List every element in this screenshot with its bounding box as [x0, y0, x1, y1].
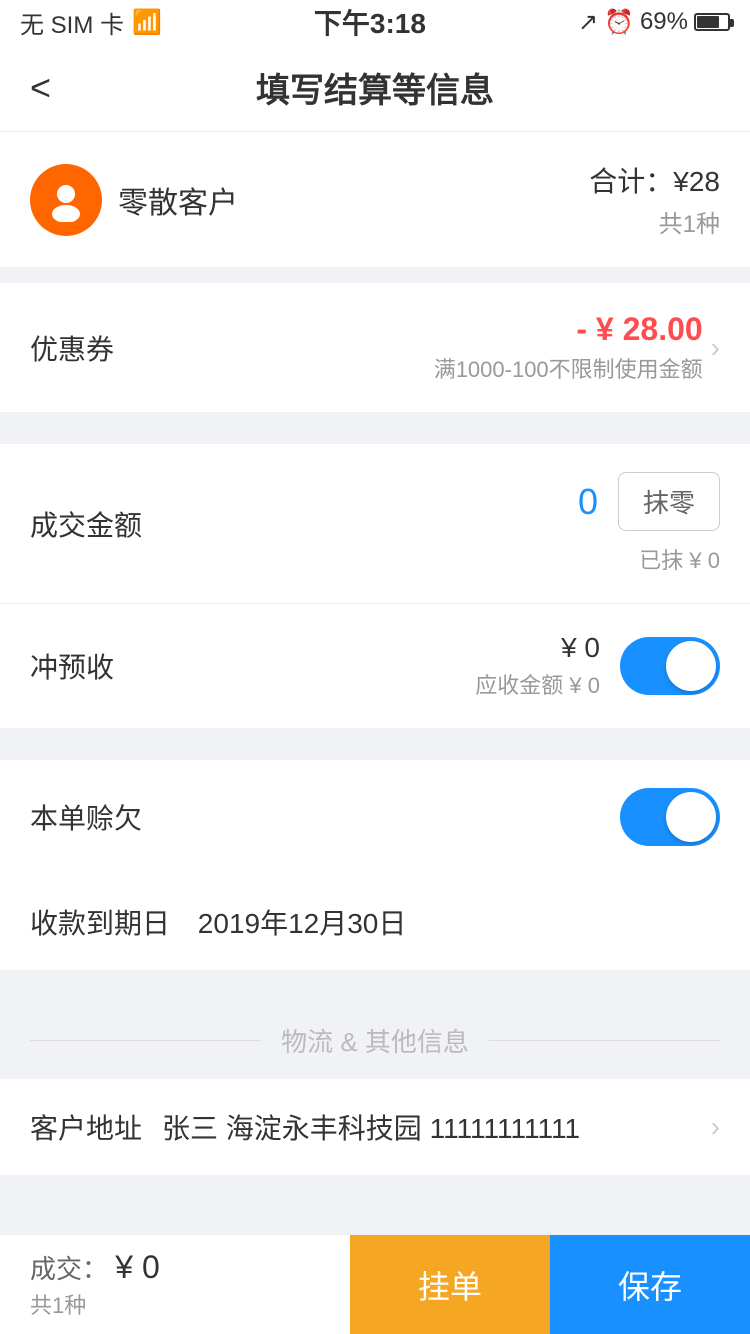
- deal-sub-label: 已抹 ¥ 0: [639, 543, 720, 575]
- customer-summary: 合计：¥28 共1种: [589, 160, 720, 239]
- wifi-icon: 📶: [132, 8, 162, 37]
- due-date-row: 收款到期日 2019年12月30日: [0, 874, 750, 970]
- deal-right: 0 抹零: [578, 472, 720, 531]
- user-icon: [44, 178, 88, 222]
- address-chevron-icon: ›: [711, 1111, 720, 1143]
- location-icon: ↗: [578, 8, 598, 37]
- debt-toggle-knob: [666, 792, 716, 842]
- prepay-sub-value: 应收金额 ¥ 0: [475, 668, 600, 700]
- coupon-row[interactable]: 优惠券 - ¥ 28.00 满1000-100不限制使用金额 ›: [0, 283, 750, 412]
- coupon-label: 优惠券: [30, 328, 114, 368]
- prepay-main-value: ¥ 0: [475, 632, 600, 664]
- section-divider-2: [0, 744, 750, 760]
- customer-left: 零散客户: [30, 164, 238, 236]
- prepay-right: ¥ 0 应收金额 ¥ 0: [475, 632, 720, 700]
- carrier-label: 无 SIM 卡: [20, 5, 124, 40]
- address-section[interactable]: 客户地址 张三 海淀永丰科技园 11111111111 ›: [0, 1079, 750, 1175]
- logistics-divider: 物流 & 其他信息: [0, 1002, 750, 1079]
- back-button[interactable]: <: [30, 67, 51, 109]
- total-count: 共1种: [589, 204, 720, 239]
- logistics-label: 物流 & 其他信息: [281, 1022, 469, 1059]
- deal-amount-label: 成交金额: [30, 504, 142, 544]
- hang-button[interactable]: 挂单: [350, 1235, 550, 1334]
- time-label: 下午3:18: [314, 2, 426, 42]
- status-left: 无 SIM 卡 📶: [20, 5, 162, 40]
- debt-label: 本单赊欠: [30, 797, 142, 837]
- section-divider-3: [0, 986, 750, 1002]
- transaction-section: 成交金额 0 抹零 已抹 ¥ 0 冲预收 ¥ 0 应收金额 ¥ 0: [0, 444, 750, 728]
- divider-line-right: [489, 1040, 720, 1041]
- deal-amount-value: 0: [578, 481, 598, 523]
- status-right: ↗ ⏰ 69%: [578, 8, 730, 37]
- nav-bar: < 填写结算等信息: [0, 44, 750, 132]
- toggle-knob: [666, 641, 716, 691]
- bottom-count: 共1种: [30, 1288, 320, 1320]
- round-button[interactable]: 抹零: [618, 472, 720, 531]
- save-button[interactable]: 保存: [550, 1235, 750, 1334]
- deal-amount-row: 成交金额 0 抹零 已抹 ¥ 0: [0, 444, 750, 604]
- address-row[interactable]: 客户地址 张三 海淀永丰科技园 11111111111 ›: [0, 1079, 750, 1175]
- address-label: 客户地址: [30, 1107, 142, 1147]
- page-title: 填写结算等信息: [256, 63, 494, 112]
- customer-name: 零散客户: [118, 178, 238, 222]
- battery-icon: [694, 13, 730, 31]
- debt-row: 本单赊欠: [0, 760, 750, 874]
- bottom-deal-value: ¥ 0: [115, 1249, 159, 1285]
- bottom-bar: 成交： ¥ 0 共1种 挂单 保存: [0, 1234, 750, 1334]
- prepay-label: 冲预收: [30, 646, 114, 686]
- prepay-values: ¥ 0 应收金额 ¥ 0: [475, 632, 600, 700]
- section-divider-1: [0, 428, 750, 444]
- coupon-right: - ¥ 28.00 满1000-100不限制使用金额 ›: [434, 311, 720, 384]
- coupon-desc: 满1000-100不限制使用金额: [434, 352, 703, 384]
- divider-line-left: [30, 1040, 261, 1041]
- avatar: [30, 164, 102, 236]
- bottom-info: 成交： ¥ 0 共1种: [0, 1249, 350, 1320]
- alarm-icon: ⏰: [604, 8, 634, 37]
- prepay-row: 冲预收 ¥ 0 应收金额 ¥ 0: [0, 604, 750, 728]
- due-date-label: 收款到期日: [30, 908, 170, 939]
- coupon-value: - ¥ 28.00: [434, 311, 703, 348]
- battery-percent: 69%: [640, 8, 688, 36]
- due-date-value: 2019年12月30日: [198, 908, 407, 939]
- bottom-deal-label: 成交： ¥ 0: [30, 1249, 320, 1286]
- debt-toggle[interactable]: [620, 788, 720, 846]
- total-amount: 合计：¥28: [589, 160, 720, 200]
- address-value: 张三 海淀永丰科技园 11111111111: [162, 1107, 711, 1147]
- customer-row: 零散客户 合计：¥28 共1种: [0, 132, 750, 267]
- chevron-right-icon: ›: [711, 332, 720, 364]
- prepay-toggle[interactable]: [620, 637, 720, 695]
- debt-section: 本单赊欠 收款到期日 2019年12月30日: [0, 760, 750, 970]
- status-bar: 无 SIM 卡 📶 下午3:18 ↗ ⏰ 69%: [0, 0, 750, 44]
- coupon-section[interactable]: 优惠券 - ¥ 28.00 满1000-100不限制使用金额 ›: [0, 283, 750, 412]
